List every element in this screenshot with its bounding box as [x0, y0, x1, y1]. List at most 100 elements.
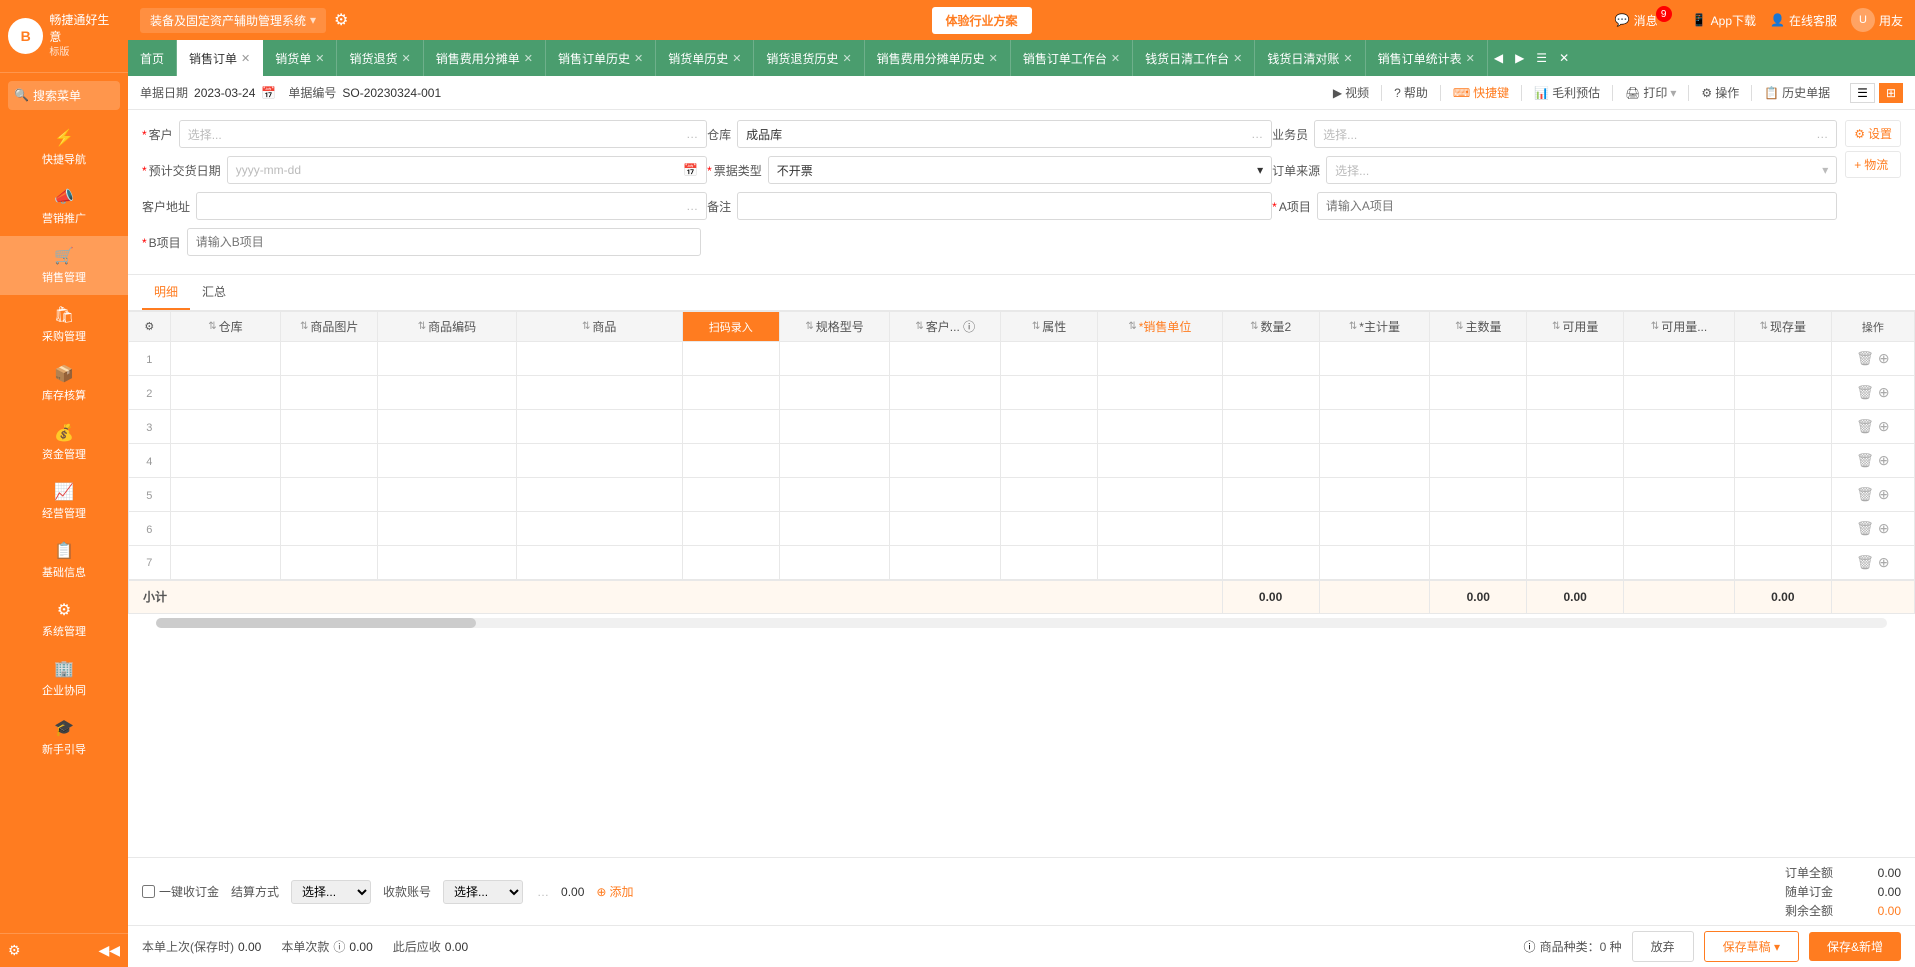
logistics-btn[interactable]: + 物流: [1845, 151, 1901, 178]
th-spec[interactable]: ⇅规格型号: [779, 312, 890, 342]
b-project-input[interactable]: [187, 228, 702, 256]
message-item[interactable]: 💬 消息 9: [1615, 12, 1678, 29]
customer-select[interactable]: 选择... …: [179, 120, 707, 148]
tab-close-cash-workbench[interactable]: ✕: [1233, 52, 1242, 65]
tab-close-order-history[interactable]: ✕: [634, 52, 643, 65]
tab-close-sales-expense[interactable]: ✕: [524, 52, 533, 65]
search-button[interactable]: 🔍 搜索菜单: [8, 81, 120, 110]
user-area[interactable]: U 用友: [1851, 8, 1903, 32]
save-new-button[interactable]: 保存&新增: [1809, 932, 1901, 961]
grid-view-btn[interactable]: ⊞: [1879, 83, 1903, 103]
copy-icon[interactable]: ⊕: [1878, 384, 1890, 401]
warehouse-select[interactable]: 成品库 …: [737, 120, 1272, 148]
delete-icon[interactable]: 🗑: [1856, 350, 1874, 367]
list-view-btn[interactable]: ☰: [1850, 83, 1875, 103]
sidebar-item-inventory[interactable]: 📦 库存核算: [0, 354, 128, 413]
tab-close-sales-slip[interactable]: ✕: [315, 52, 324, 65]
delete-icon[interactable]: 🗑: [1856, 384, 1874, 401]
discard-button[interactable]: 放弃: [1632, 931, 1694, 962]
delivery-date-input[interactable]: yyyy-mm-dd 📅: [227, 156, 707, 184]
sidebar-item-system[interactable]: ⚙ 系统管理: [0, 590, 128, 649]
sidebar-settings-btn[interactable]: ⚙: [8, 942, 21, 959]
sidebar-item-enterprise[interactable]: 🏢 企业协同: [0, 649, 128, 708]
app-download-item[interactable]: 📱 App下载: [1692, 12, 1756, 29]
th-main-unit[interactable]: ⇅*主计量: [1319, 312, 1430, 342]
tab-expense-history[interactable]: 销售费用分摊单历史 ✕: [865, 40, 1011, 76]
save-draft-button[interactable]: 保存草稿 ▾: [1704, 931, 1799, 962]
copy-icon[interactable]: ⊕: [1878, 520, 1890, 537]
scrollbar-thumb[interactable]: [156, 618, 476, 628]
th-main-qty[interactable]: ⇅主数量: [1430, 312, 1527, 342]
th-code[interactable]: ⇅商品编码: [378, 312, 516, 342]
tab-close-expense-history[interactable]: ✕: [989, 52, 998, 65]
delete-icon[interactable]: 🗑: [1856, 452, 1874, 469]
tab-close-sales-order[interactable]: ✕: [241, 52, 250, 65]
calendar-icon[interactable]: 📅: [261, 86, 276, 100]
sidebar-item-guide[interactable]: 🎓 新手引导: [0, 708, 128, 767]
th-warehouse[interactable]: ⇅仓库: [170, 312, 281, 342]
tab-sales-return[interactable]: 销货退货 ✕: [337, 40, 423, 76]
tab-sales-order-history[interactable]: 销售订单历史 ✕: [546, 40, 656, 76]
th-image[interactable]: ⇅商品图片: [281, 312, 378, 342]
sidebar-item-operations[interactable]: 📈 经营管理: [0, 472, 128, 531]
tab-return-history[interactable]: 销货退货历史 ✕: [754, 40, 864, 76]
tab-sales-slip[interactable]: 销货单 ✕: [263, 40, 337, 76]
sidebar-item-finance[interactable]: 💰 资金管理: [0, 413, 128, 472]
tab-close-return-history[interactable]: ✕: [842, 52, 851, 65]
toolbar-print[interactable]: 🖨 打印 ▾: [1625, 84, 1676, 101]
sidebar-item-quick-nav[interactable]: ⚡ 快捷导航: [0, 118, 128, 177]
toolbar-shortcut[interactable]: ⌨ 快捷键: [1453, 84, 1509, 101]
delete-icon[interactable]: 🗑: [1856, 418, 1874, 435]
online-support-item[interactable]: 👤 在线客服: [1770, 12, 1837, 29]
settings-btn[interactable]: ⚙ 设置: [1845, 120, 1901, 147]
tab-close-cash-reconcile[interactable]: ✕: [1343, 52, 1352, 65]
tab-close-all[interactable]: ✕: [1553, 51, 1575, 65]
sidebar-item-sales[interactable]: 🛒 销售管理: [0, 236, 128, 295]
scrollbar-track[interactable]: [156, 618, 1887, 628]
copy-icon[interactable]: ⊕: [1878, 554, 1890, 571]
delete-icon[interactable]: 🗑: [1856, 554, 1874, 571]
tab-next[interactable]: ▶: [1509, 51, 1530, 65]
topbar-settings-icon[interactable]: ⚙: [334, 10, 348, 30]
tab-close-sales-return[interactable]: ✕: [402, 52, 411, 65]
tab-sales-stats[interactable]: 销售订单统计表 ✕: [1366, 40, 1488, 76]
th-customer-code[interactable]: ⇅客户... ⓘ: [890, 312, 1001, 342]
staff-select[interactable]: 选择... …: [1314, 120, 1837, 148]
th-attr[interactable]: ⇅属性: [1001, 312, 1098, 342]
account-dots[interactable]: …: [537, 885, 549, 899]
payment-method-select[interactable]: 选择...: [291, 880, 371, 904]
th-available[interactable]: ⇅可用量: [1527, 312, 1624, 342]
delete-icon[interactable]: 🗑: [1856, 520, 1874, 537]
tab-order-workbench[interactable]: 销售订单工作台 ✕: [1011, 40, 1133, 76]
toolbar-profit[interactable]: 📊 毛利预估: [1534, 84, 1600, 101]
copy-icon[interactable]: ⊕: [1878, 350, 1890, 367]
th-qty2[interactable]: ⇅数量2: [1222, 312, 1319, 342]
staff-dots[interactable]: …: [1816, 127, 1828, 141]
tab-sales-slip-history[interactable]: 销货单历史 ✕: [656, 40, 754, 76]
tab-sales-order[interactable]: 销售订单 ✕: [177, 40, 263, 76]
tab-close-slip-history[interactable]: ✕: [732, 52, 741, 65]
order-source-select[interactable]: 选择... ▾: [1326, 156, 1837, 184]
th-unit[interactable]: ⇅*销售单位: [1098, 312, 1223, 342]
solution-button[interactable]: 体验行业方案: [932, 7, 1032, 34]
toolbar-operations[interactable]: ⚙ 操作: [1701, 84, 1739, 101]
sidebar-item-basic-info[interactable]: 📋 基础信息: [0, 531, 128, 590]
sidebar-collapse-btn[interactable]: ◀◀: [98, 942, 120, 959]
sidebar-search[interactable]: 🔍 搜索菜单: [0, 73, 128, 118]
tab-prev[interactable]: ◀: [1488, 51, 1509, 65]
tab-close-order-workbench[interactable]: ✕: [1111, 52, 1120, 65]
address-dots[interactable]: …: [686, 199, 698, 213]
a-project-input[interactable]: [1317, 192, 1837, 220]
tab-home[interactable]: 首页: [128, 40, 177, 76]
th-settings[interactable]: ⚙: [129, 312, 171, 342]
th-product[interactable]: ⇅商品: [516, 312, 682, 342]
tab-cash-workbench[interactable]: 钱货日清工作台 ✕: [1133, 40, 1255, 76]
th-available2[interactable]: ⇅可用量...: [1624, 312, 1735, 342]
th-current-stock[interactable]: ⇅现存量: [1734, 312, 1831, 342]
tab-close-sales-stats[interactable]: ✕: [1466, 52, 1475, 65]
tab-menu[interactable]: ☰: [1530, 51, 1553, 65]
customer-dots[interactable]: …: [686, 127, 698, 141]
warehouse-dots[interactable]: …: [1251, 127, 1263, 141]
tab-cash-reconcile[interactable]: 钱货日清对账 ✕: [1255, 40, 1365, 76]
toolbar-video[interactable]: ▶ 视频: [1333, 84, 1369, 101]
